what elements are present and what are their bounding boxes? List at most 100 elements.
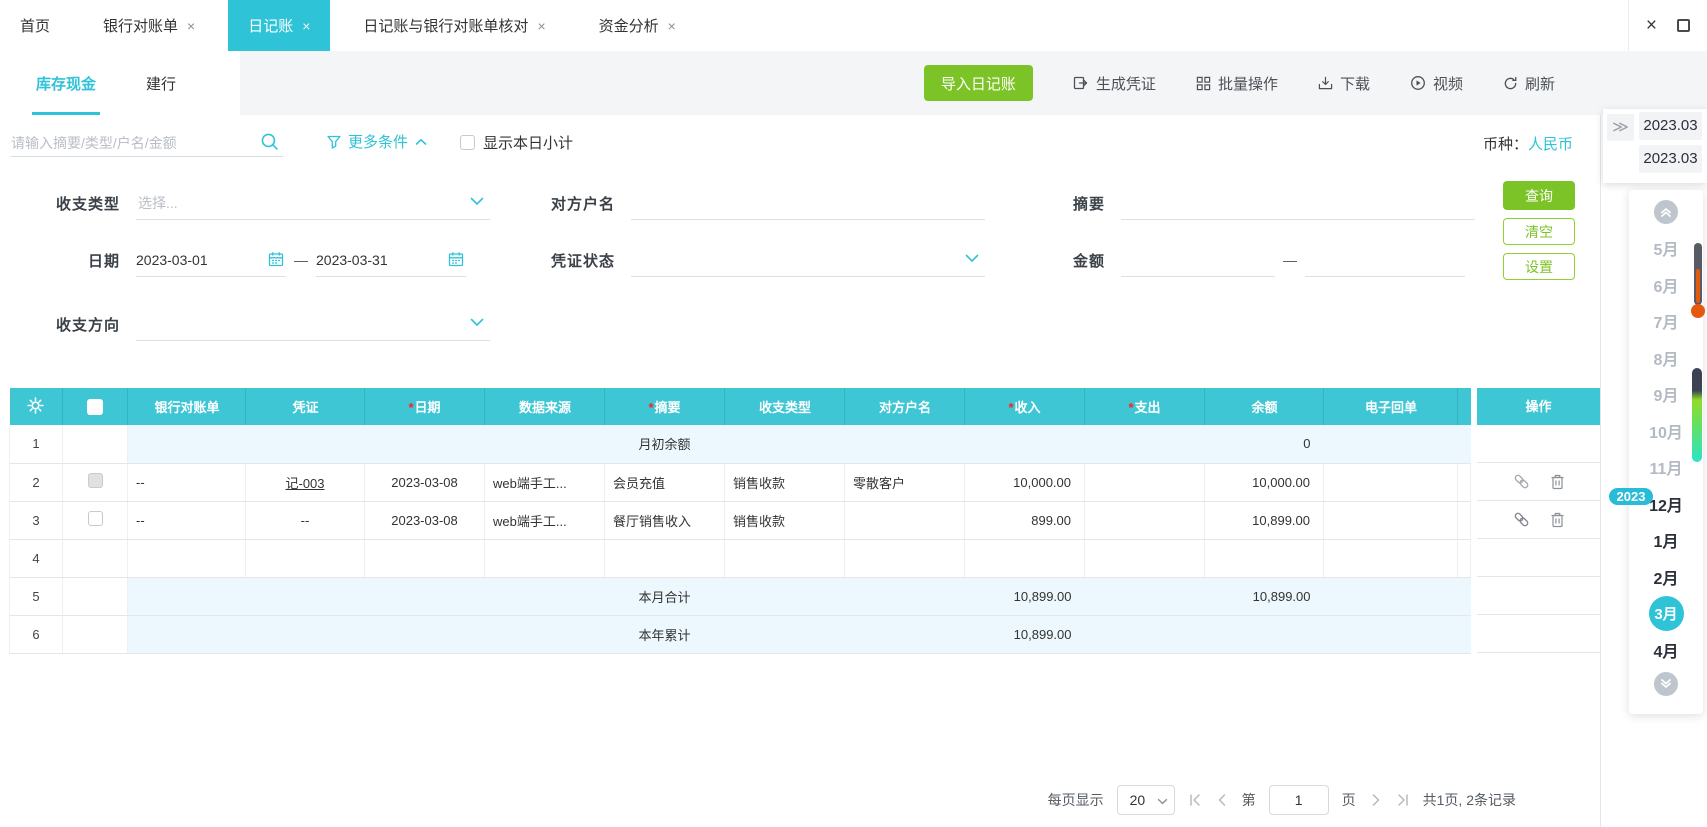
summary-input[interactable] [1121,187,1475,218]
direction-select[interactable] [136,307,490,341]
calendar-icon[interactable] [268,251,284,270]
year-badge: 2023 [1609,488,1653,505]
generate-voucher-button[interactable]: 生成凭证 [1073,73,1156,94]
month-item[interactable]: 5月 [1629,230,1703,267]
col-summary: *摘要 [604,388,725,425]
query-button[interactable]: 查询 [1503,181,1575,210]
voucher-status-select[interactable] [631,243,985,277]
row-number: 2 [9,463,63,502]
tab-close-icon[interactable]: × [537,18,545,34]
first-page-button[interactable] [1188,793,1202,807]
top-tab-bar: 首页 银行对账单 × 日记账 × 日记账与银行对账单核对 × 资金分析 × × [0,0,1707,51]
voucher-link[interactable]: 记-003 [285,476,324,491]
trash-icon[interactable] [1550,512,1565,528]
per-page-select[interactable]: 20 [1116,785,1175,815]
scrollbar-handle-green[interactable] [1692,368,1702,462]
amount-min-input[interactable] [1121,243,1275,273]
last-page-button[interactable] [1396,793,1410,807]
scroll-down-button[interactable] [1654,672,1678,696]
page-input[interactable] [1268,785,1329,815]
chevron-down-icon [470,197,484,206]
link-icon[interactable] [1513,473,1530,490]
cell-summary: 会员充值 [604,463,725,502]
scroll-up-button[interactable] [1654,200,1678,224]
expand-icon[interactable]: ≫ [1607,114,1634,141]
cell-balance: 10,899.00 [1204,501,1324,540]
row-number: 1 [9,425,63,464]
table-row-year-total: 6 本年累计 10,899.00 [9,615,1471,654]
period-selected[interactable]: 2023.03 [1639,145,1702,173]
tab-close-icon[interactable]: × [187,18,195,34]
cell-type: 销售收款 [724,501,845,540]
date-from-input[interactable] [136,251,254,268]
prev-page-button[interactable] [1215,793,1229,807]
tab-journal[interactable]: 日记账 × [228,0,331,51]
type-select[interactable]: 选择... [136,186,490,220]
video-button[interactable]: 视频 [1410,73,1463,94]
table-row: 3 -- -- 2023-03-08 web端手工... 餐厅销售收入 销售收款… [9,501,1471,540]
tab-close-icon[interactable]: × [668,18,676,34]
search-icon[interactable] [260,132,279,154]
journal-table: 银行对账单 凭证 *日期 数据来源 *摘要 收支类型 对方户名 *收入 *支出 … [9,388,1471,654]
period-current[interactable]: 2023.03 [1639,112,1702,140]
currency-value[interactable]: 人民币 [1528,136,1573,153]
cell-income: 10,899.00 [964,577,1085,616]
more-conditions-toggle[interactable]: 更多条件 [327,131,427,152]
date-to-input[interactable] [316,251,434,268]
row-checkbox[interactable] [87,473,103,488]
month-item[interactable]: 6月 [1629,267,1703,304]
download-button[interactable]: 下载 [1318,73,1370,94]
show-daily-subtotal-checkbox[interactable]: 显示本日小计 [460,132,573,153]
column-settings-button[interactable] [9,388,63,425]
close-icon[interactable]: × [1646,16,1657,35]
row-checkbox[interactable] [87,511,103,526]
month-item[interactable]: 4月 [1629,632,1703,669]
calendar-icon[interactable] [448,251,464,270]
batch-operation-button[interactable]: 批量操作 [1196,73,1278,94]
tab-close-icon[interactable]: × [302,18,310,34]
month-item[interactable]: 1月 [1629,522,1703,559]
date-from-wrap [136,243,286,277]
maximize-icon[interactable] [1677,19,1690,32]
next-page-button[interactable] [1369,793,1383,807]
journal-content: 更多条件 显示本日小计 币种：人民币 收支类型 选择... 对方户名 摘要 [0,115,1600,827]
cell-voucher: 记-003 [245,463,365,502]
counterparty-input[interactable] [631,187,985,218]
checkbox-icon[interactable] [460,135,475,150]
tab-bank-statement[interactable]: 银行对账单 × [83,0,215,51]
clear-button[interactable]: 清空 [1503,218,1575,245]
filter-direction: 收支方向 [0,306,490,342]
search-input[interactable] [11,129,283,157]
trash-icon[interactable] [1550,474,1565,490]
month-item[interactable]: 2月 [1629,559,1703,596]
filter-amount: 金额 — [985,242,1465,278]
filter-counterparty: 对方户名 [530,185,985,221]
currency-indicator: 币种：人民币 [1483,136,1574,153]
link-icon[interactable] [1513,511,1530,528]
amount-max-input[interactable] [1305,243,1465,273]
row-checkbox-cell [62,425,128,464]
col-bank-statement: 银行对账单 [127,388,246,425]
month-item-active[interactable]: 3月 [1629,595,1703,632]
subtab-cash[interactable]: 库存现金 [31,51,101,115]
cell-date: 2023-03-08 [364,463,485,502]
tab-fund-analysis[interactable]: 资金分析 × [579,0,696,51]
tab-home[interactable]: 首页 [0,0,70,51]
filter-funnel-icon [327,135,341,149]
select-all-checkbox[interactable] [62,388,128,425]
scrollbar-marker-orange[interactable] [1691,243,1705,318]
import-journal-button[interactable]: 导入日记账 [923,65,1033,101]
checkbox-icon[interactable] [87,398,103,415]
cell-income: 10,899.00 [964,615,1085,654]
row-operations [1477,501,1600,539]
date-to-wrap [316,243,466,277]
search-box [11,129,283,157]
row-number: 6 [9,615,63,654]
tab-journal-bank-check[interactable]: 日记账与银行对账单核对 × [343,0,565,51]
amount-max-wrap [1305,243,1465,277]
settings-button[interactable]: 设置 [1503,253,1575,280]
tab-home-label: 首页 [20,18,51,35]
refresh-button[interactable]: 刷新 [1503,73,1555,94]
subtab-ccb-bank[interactable]: 建行 [146,51,176,115]
account-toolbar-strip: 库存现金 建行 导入日记账 生成凭证 批量操作 下载 视频 刷新 [0,51,1707,115]
